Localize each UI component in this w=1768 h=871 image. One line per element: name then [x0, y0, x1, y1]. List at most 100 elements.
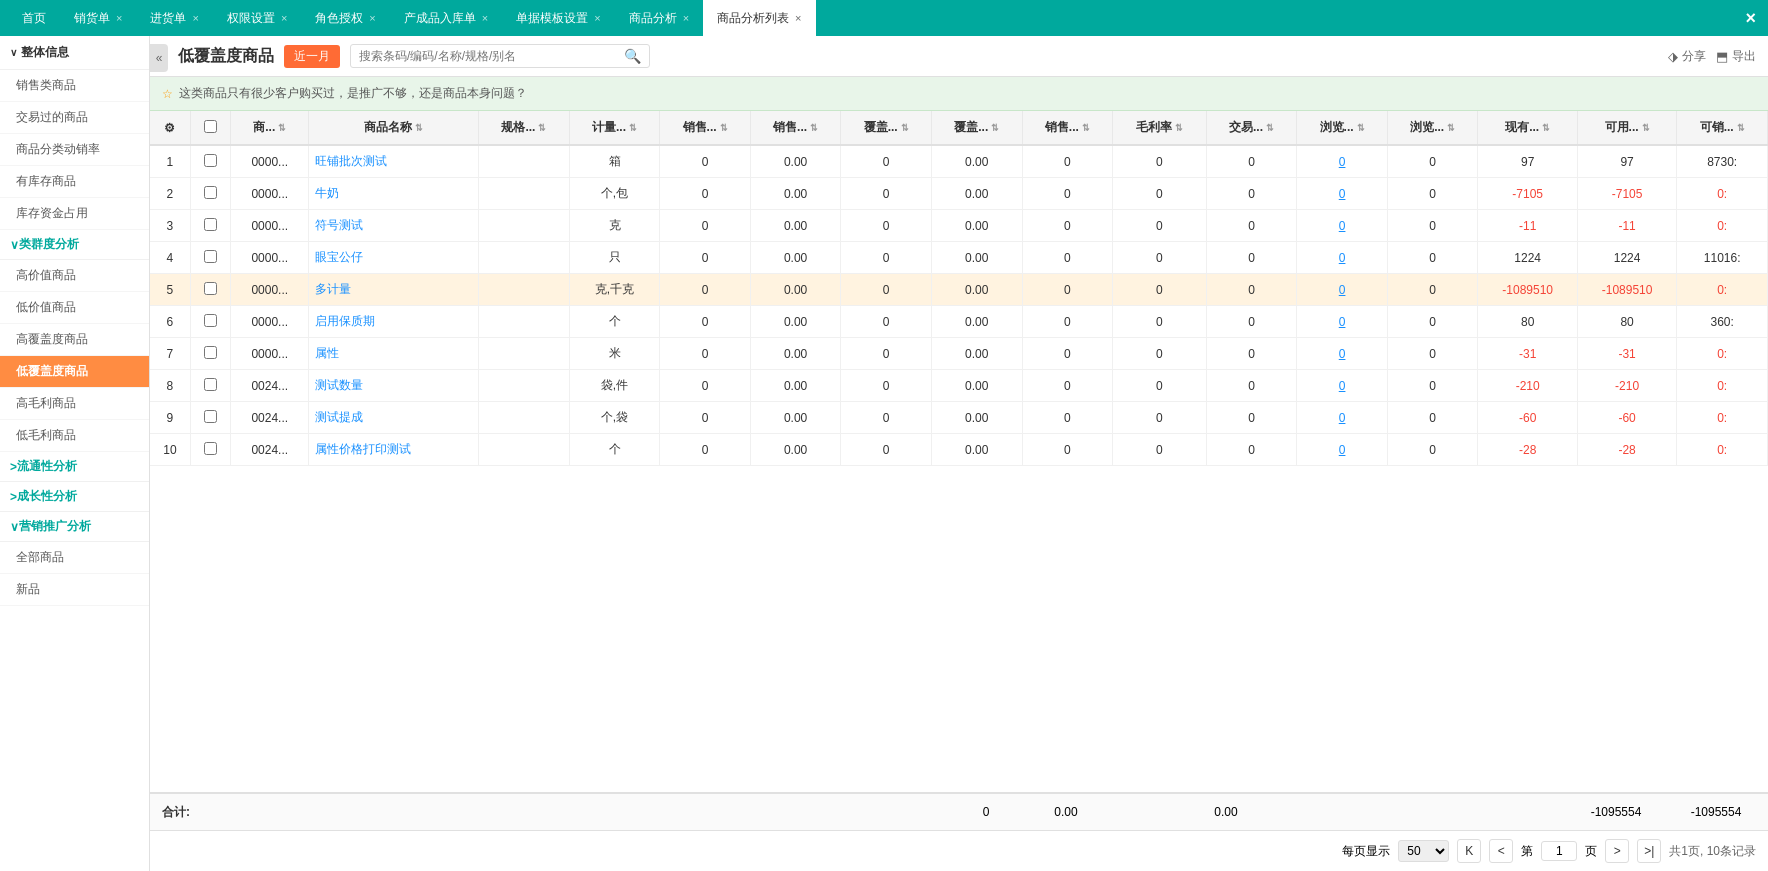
- col-sales-amt[interactable]: 销售...⇅: [750, 111, 841, 145]
- sidebar-item-high-value[interactable]: 高价值商品: [0, 260, 149, 292]
- row-name[interactable]: 属性价格打印测试: [309, 434, 479, 466]
- col-available-qty[interactable]: 可用...⇅: [1577, 111, 1676, 145]
- sidebar-item-high-margin[interactable]: 高毛利商品: [0, 388, 149, 420]
- row-checkbox[interactable]: [190, 306, 231, 338]
- row-select-checkbox[interactable]: [204, 250, 217, 263]
- row-select-checkbox[interactable]: [204, 282, 217, 295]
- col-browse2[interactable]: 浏览...⇅: [1387, 111, 1478, 145]
- row-name[interactable]: 属性: [309, 338, 479, 370]
- sidebar-section-marketing[interactable]: ∨ 营销推广分析: [0, 512, 149, 542]
- row-name[interactable]: 测试提成: [309, 402, 479, 434]
- row-select-checkbox[interactable]: [204, 442, 217, 455]
- close-role-icon[interactable]: ×: [369, 12, 375, 24]
- row-checkbox[interactable]: [190, 402, 231, 434]
- col-browse1[interactable]: 浏览...⇅: [1297, 111, 1388, 145]
- last-page-button[interactable]: >|: [1637, 839, 1661, 863]
- row-browse1[interactable]: 0: [1297, 434, 1388, 466]
- row-browse1[interactable]: 0: [1297, 306, 1388, 338]
- sidebar-item-inventory-capital[interactable]: 库存资金占用: [0, 198, 149, 230]
- col-settings[interactable]: ⚙: [150, 111, 190, 145]
- row-browse1[interactable]: 0: [1297, 242, 1388, 274]
- col-code[interactable]: 商...⇅: [231, 111, 309, 145]
- sidebar-item-low-value[interactable]: 低价值商品: [0, 292, 149, 324]
- search-icon[interactable]: 🔍: [624, 48, 641, 64]
- row-browse1[interactable]: 0: [1297, 145, 1388, 178]
- page-number-input[interactable]: [1541, 841, 1577, 861]
- row-name[interactable]: 牛奶: [309, 178, 479, 210]
- col-cover1[interactable]: 覆盖...⇅: [841, 111, 932, 145]
- col-unit[interactable]: 计量...⇅: [569, 111, 660, 145]
- nav-goods-analysis-list[interactable]: 商品分析列表 ×: [703, 0, 815, 36]
- row-browse1[interactable]: 0: [1297, 274, 1388, 306]
- row-select-checkbox[interactable]: [204, 186, 217, 199]
- nav-goods-analysis[interactable]: 商品分析 ×: [615, 0, 703, 36]
- sidebar-item-high-coverage[interactable]: 高覆盖度商品: [0, 324, 149, 356]
- row-name[interactable]: 眼宝公仔: [309, 242, 479, 274]
- row-checkbox[interactable]: [190, 242, 231, 274]
- nav-sales-order[interactable]: 销货单 ×: [60, 0, 136, 36]
- col-spec[interactable]: 规格...⇅: [479, 111, 570, 145]
- col-checkbox[interactable]: [190, 111, 231, 145]
- sidebar-item-low-coverage[interactable]: 低覆盖度商品: [0, 356, 149, 388]
- row-select-checkbox[interactable]: [204, 154, 217, 167]
- col-sales-qty[interactable]: 销售...⇅: [660, 111, 751, 145]
- search-input[interactable]: [359, 49, 624, 63]
- row-name[interactable]: 符号测试: [309, 210, 479, 242]
- col-current-qty[interactable]: 现有...⇅: [1478, 111, 1577, 145]
- sidebar-section-cluster[interactable]: ∨ 类群度分析: [0, 230, 149, 260]
- row-checkbox[interactable]: [190, 274, 231, 306]
- col-saleable[interactable]: 可销...⇅: [1677, 111, 1768, 145]
- nav-purchase-order[interactable]: 进货单 ×: [136, 0, 212, 36]
- close-all-button[interactable]: ×: [1745, 8, 1756, 29]
- close-sales-order-icon[interactable]: ×: [116, 12, 122, 24]
- sidebar-item-traded-goods[interactable]: 交易过的商品: [0, 102, 149, 134]
- next-page-button[interactable]: >: [1605, 839, 1629, 863]
- row-checkbox[interactable]: [190, 370, 231, 402]
- row-select-checkbox[interactable]: [204, 410, 217, 423]
- row-browse1[interactable]: 0: [1297, 370, 1388, 402]
- row-browse1[interactable]: 0: [1297, 402, 1388, 434]
- row-checkbox[interactable]: [190, 145, 231, 178]
- prev-page-button[interactable]: <: [1489, 839, 1513, 863]
- sidebar-item-all-goods[interactable]: 全部商品: [0, 542, 149, 574]
- nav-home[interactable]: 首页: [8, 0, 60, 36]
- sidebar-item-low-margin[interactable]: 低毛利商品: [0, 420, 149, 452]
- row-name[interactable]: 多计量: [309, 274, 479, 306]
- sidebar-item-in-stock-goods[interactable]: 有库存商品: [0, 166, 149, 198]
- col-name[interactable]: 商品名称⇅: [309, 111, 479, 145]
- sidebar-section-growth[interactable]: > 成长性分析: [0, 482, 149, 512]
- sidebar-item-new-products[interactable]: 新品: [0, 574, 149, 606]
- sidebar-item-sales-goods[interactable]: 销售类商品: [0, 70, 149, 102]
- row-name[interactable]: 旺铺批次测试: [309, 145, 479, 178]
- share-button[interactable]: ⬗ 分享: [1668, 48, 1706, 65]
- per-page-select[interactable]: 50 10 20 100: [1398, 840, 1449, 862]
- sidebar-section-circulation[interactable]: > 流通性分析: [0, 452, 149, 482]
- col-margin[interactable]: 毛利率⇅: [1113, 111, 1207, 145]
- select-all-checkbox[interactable]: [204, 120, 217, 133]
- close-template-icon[interactable]: ×: [594, 12, 600, 24]
- col-trade[interactable]: 交易...⇅: [1206, 111, 1297, 145]
- close-permission-icon[interactable]: ×: [281, 12, 287, 24]
- sidebar-section-overall[interactable]: ∨ 整体信息: [0, 36, 149, 70]
- row-browse1[interactable]: 0: [1297, 178, 1388, 210]
- row-checkbox[interactable]: [190, 210, 231, 242]
- row-checkbox[interactable]: [190, 178, 231, 210]
- row-select-checkbox[interactable]: [204, 218, 217, 231]
- row-name[interactable]: 启用保质期: [309, 306, 479, 338]
- row-checkbox[interactable]: [190, 434, 231, 466]
- col-sales3[interactable]: 销售...⇅: [1022, 111, 1113, 145]
- nav-finished-goods[interactable]: 产成品入库单 ×: [390, 0, 502, 36]
- col-cover2[interactable]: 覆盖...⇅: [931, 111, 1022, 145]
- row-checkbox[interactable]: [190, 338, 231, 370]
- row-browse1[interactable]: 0: [1297, 338, 1388, 370]
- sidebar-item-category-sales-rate[interactable]: 商品分类动销率: [0, 134, 149, 166]
- row-select-checkbox[interactable]: [204, 314, 217, 327]
- row-browse1[interactable]: 0: [1297, 210, 1388, 242]
- sidebar-collapse-button[interactable]: «: [150, 44, 168, 72]
- nav-role-auth[interactable]: 角色授权 ×: [301, 0, 389, 36]
- export-button[interactable]: ⬒ 导出: [1716, 48, 1756, 65]
- time-filter-button[interactable]: 近一月: [284, 45, 340, 68]
- close-goods-list-icon[interactable]: ×: [795, 12, 801, 24]
- close-finished-goods-icon[interactable]: ×: [482, 12, 488, 24]
- row-select-checkbox[interactable]: [204, 346, 217, 359]
